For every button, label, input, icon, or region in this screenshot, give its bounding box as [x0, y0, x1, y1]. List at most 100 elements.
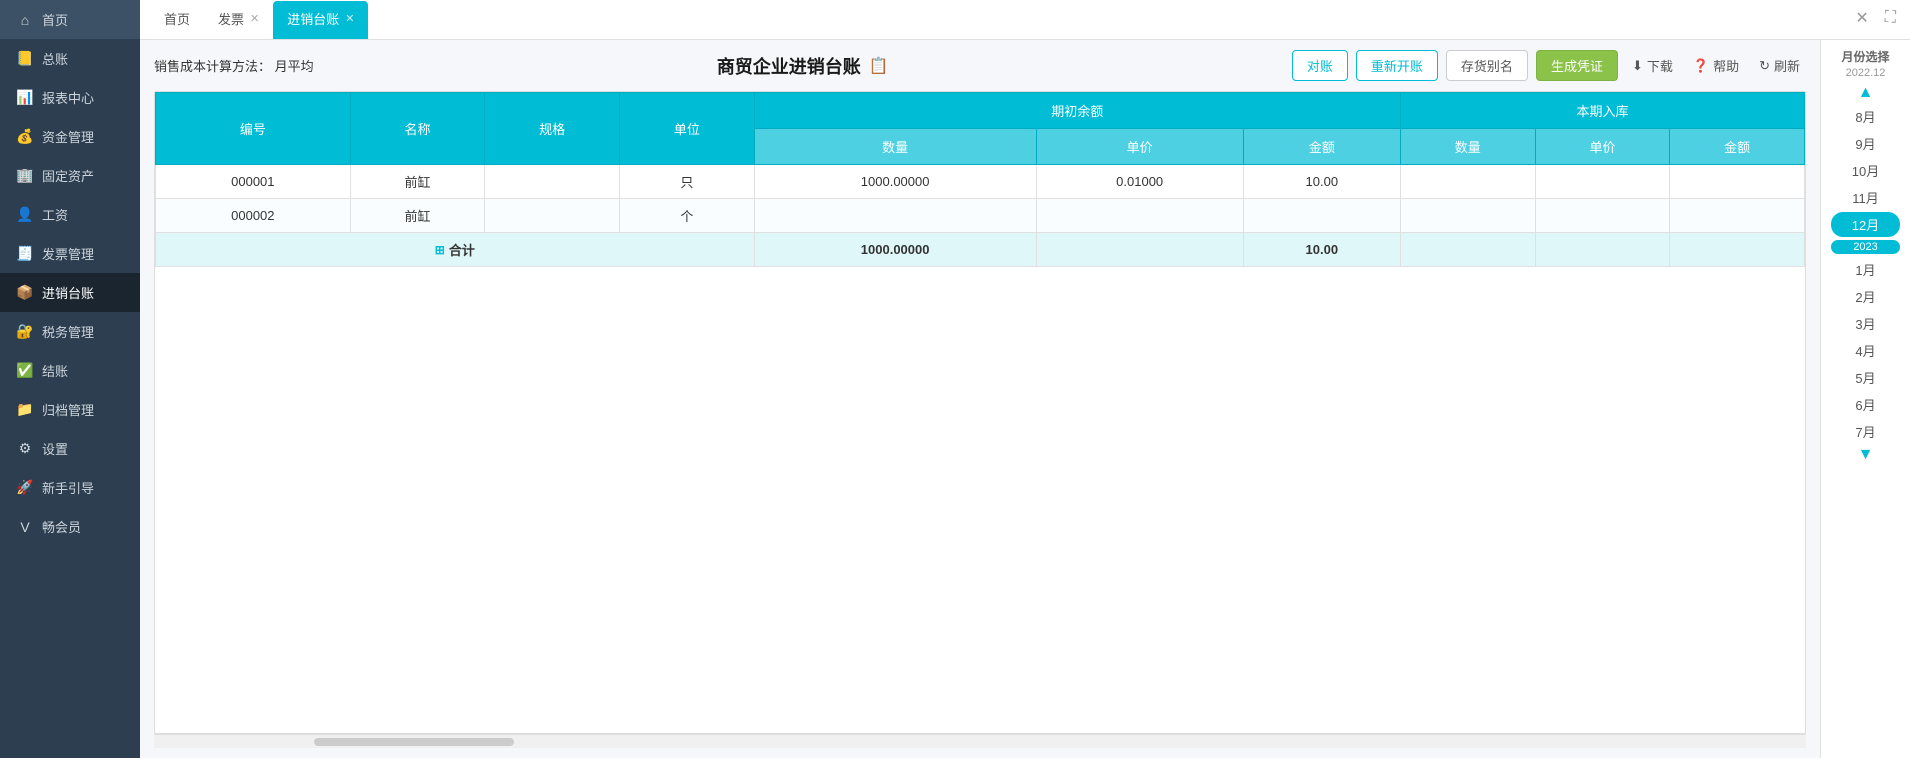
cell-amount2	[1670, 199, 1805, 233]
maximize-window-button[interactable]: ⛶	[1881, 6, 1900, 30]
sidebar-item-guide[interactable]: 🚀新手引导	[0, 468, 140, 507]
sidebar-item-purchase-sale[interactable]: 📦 进销台账	[0, 273, 140, 312]
col-header-spec: 规格	[485, 93, 620, 165]
month-item-2023-3月[interactable]: 3月	[1821, 310, 1910, 337]
sidebar-label-payroll: 工资	[42, 205, 68, 224]
month-item-2023-4月[interactable]: 4月	[1821, 337, 1910, 364]
sub-col-qty1: 数量	[754, 129, 1036, 165]
sidebar-item-home[interactable]: ⌂ 首页	[0, 0, 140, 39]
sidebar-icon-purchase-sale: 📦	[16, 284, 34, 301]
generate-voucher-button[interactable]: 生成凭证	[1536, 50, 1618, 81]
bottom-scrollbar[interactable]	[154, 734, 1806, 748]
help-button[interactable]: ❓ 帮助	[1687, 51, 1745, 80]
month-item-2023-1月[interactable]: 1月	[1821, 256, 1910, 283]
download-button[interactable]: ⬇ 下载	[1626, 51, 1679, 80]
header-row: 销售成本计算方法： 月平均 商贸企业进销台账 📋 对账 重新开账 存货别名 生成…	[154, 50, 1806, 81]
sidebar-item-member[interactable]: V畅会员	[0, 507, 140, 546]
table-header-row: 编号 名称 规格 单位 期初余额 本期入库	[156, 93, 1805, 129]
total-amount2	[1670, 233, 1805, 267]
sidebar-label-ledger: 总账	[42, 49, 68, 68]
col-group-inbound: 本期入库	[1400, 93, 1804, 129]
month-panel-year-2022: 2022.12	[1821, 67, 1910, 83]
sidebar-label-home: 首页	[42, 10, 68, 29]
table-row: 000001 前缸 只 1000.00000 0.01000 10.00	[156, 165, 1805, 199]
total-qty2	[1400, 233, 1535, 267]
sidebar-item-payroll[interactable]: 👤工资	[0, 195, 140, 234]
month-item-2022-12月[interactable]: 12月	[1831, 212, 1900, 237]
title-info-icon[interactable]: 📋	[869, 56, 889, 76]
sidebar-item-funds[interactable]: 💰资金管理	[0, 117, 140, 156]
col-group-opening: 期初余额	[754, 93, 1400, 129]
help-icon: ❓	[1693, 58, 1709, 74]
month-item-2022-9月[interactable]: 9月	[1821, 130, 1910, 157]
reopen-button[interactable]: 重新开账	[1356, 50, 1438, 81]
sidebar-label-settings: 设置	[42, 439, 68, 458]
cell-amount2	[1670, 165, 1805, 199]
page-title-text: 商贸企业进销台账	[717, 53, 861, 79]
cell-name: 前缸	[350, 199, 485, 233]
total-label-text: 合计	[449, 240, 475, 259]
sidebar-label-closing: 结账	[42, 361, 68, 380]
cost-method-label: 销售成本计算方法：	[154, 59, 271, 74]
sidebar-icon-home: ⌂	[16, 12, 34, 28]
year-2023-badge: 2023	[1831, 240, 1900, 254]
sidebar-label-fixed-assets: 固定资产	[42, 166, 94, 185]
sidebar-item-reports[interactable]: 📊报表中心	[0, 78, 140, 117]
tab-home[interactable]: 首页	[150, 1, 204, 39]
sidebar-icon-archive: 📁	[16, 401, 34, 418]
window-controls: ✕ ⛶	[1851, 6, 1900, 30]
tab-close-purchase-sale[interactable]: ✕	[345, 12, 354, 25]
month-item-2022-11月[interactable]: 11月	[1821, 184, 1910, 211]
col-header-id: 编号	[156, 93, 351, 165]
sidebar-item-invoice-mgmt[interactable]: 🧾 发票管理	[0, 234, 140, 273]
tab-invoice[interactable]: 发票 ✕	[204, 1, 273, 39]
sidebar-label-tax: 税务管理	[42, 322, 94, 341]
tab-purchase-sale[interactable]: 进销台账 ✕	[273, 1, 368, 39]
sidebar-icon-member: V	[16, 519, 34, 535]
sidebar-label-purchase-sale: 进销台账	[42, 283, 94, 302]
cell-price1: 0.01000	[1036, 165, 1243, 199]
table-wrapper: 编号 名称 规格 单位 期初余额 本期入库 数量 单价 金额 数量	[154, 91, 1806, 734]
month-item-2022-8月[interactable]: 8月	[1821, 103, 1910, 130]
sidebar-icon-settings: ⚙	[16, 440, 34, 457]
cell-qty1: 1000.00000	[754, 165, 1036, 199]
cost-method: 销售成本计算方法： 月平均	[154, 56, 314, 75]
save-alias-button[interactable]: 存货别名	[1446, 50, 1528, 81]
month-item-2023-6月[interactable]: 6月	[1821, 391, 1910, 418]
action-buttons: 对账 重新开账 存货别名 生成凭证 ⬇ 下载 ❓ 帮助 ↻ 刷新	[1292, 50, 1806, 81]
month-item-2023-7月[interactable]: 7月	[1821, 418, 1910, 445]
help-label: 帮助	[1713, 56, 1739, 75]
sidebar-icon-funds: 💰	[16, 128, 34, 145]
cell-spec	[485, 165, 620, 199]
close-window-button[interactable]: ✕	[1851, 6, 1872, 30]
sidebar-item-fixed-assets[interactable]: 🏢固定资产	[0, 156, 140, 195]
sidebar-item-tax[interactable]: 🔐税务管理	[0, 312, 140, 351]
month-panel-title: 月份选择	[1821, 44, 1910, 67]
month-item-2023-5月[interactable]: 5月	[1821, 364, 1910, 391]
sub-col-price1: 单价	[1036, 129, 1243, 165]
tab-label-home: 首页	[164, 9, 190, 28]
tab-label-purchase-sale: 进销台账	[287, 9, 339, 28]
total-amount1: 10.00	[1243, 233, 1400, 267]
cell-price1	[1036, 199, 1243, 233]
sidebar-label-invoice-mgmt: 发票管理	[42, 244, 94, 263]
tab-label-invoice: 发票	[218, 9, 244, 28]
month-nav-down-button[interactable]: ▼	[1821, 445, 1910, 465]
main-area: 首页 发票 ✕ 进销台账 ✕ ✕ ⛶ 销售成本计算方法： 月平均 商贸企业进销台账 📋 …	[140, 0, 1910, 758]
refresh-button[interactable]: ↻ 刷新	[1753, 51, 1806, 80]
sidebar-item-closing[interactable]: ✅结账	[0, 351, 140, 390]
month-item-2023-2月[interactable]: 2月	[1821, 283, 1910, 310]
sidebar-item-archive[interactable]: 📁归档管理	[0, 390, 140, 429]
tab-close-invoice[interactable]: ✕	[250, 12, 259, 25]
reconcile-button[interactable]: 对账	[1292, 50, 1348, 81]
sidebar-item-settings[interactable]: ⚙ 设置	[0, 429, 140, 468]
month-nav-up-button[interactable]: ▲	[1821, 83, 1910, 103]
sidebar-item-ledger[interactable]: 📒总账	[0, 39, 140, 78]
table-total-row: ⊞ 合计 1000.00000 10.00	[156, 233, 1805, 267]
refresh-label: 刷新	[1774, 56, 1800, 75]
cell-name: 前缸	[350, 165, 485, 199]
sidebar-icon-invoice-mgmt: 🧾	[16, 245, 34, 262]
cell-unit: 个	[619, 199, 754, 233]
sidebar-label-reports: 报表中心	[42, 88, 94, 107]
month-item-2022-10月[interactable]: 10月	[1821, 157, 1910, 184]
